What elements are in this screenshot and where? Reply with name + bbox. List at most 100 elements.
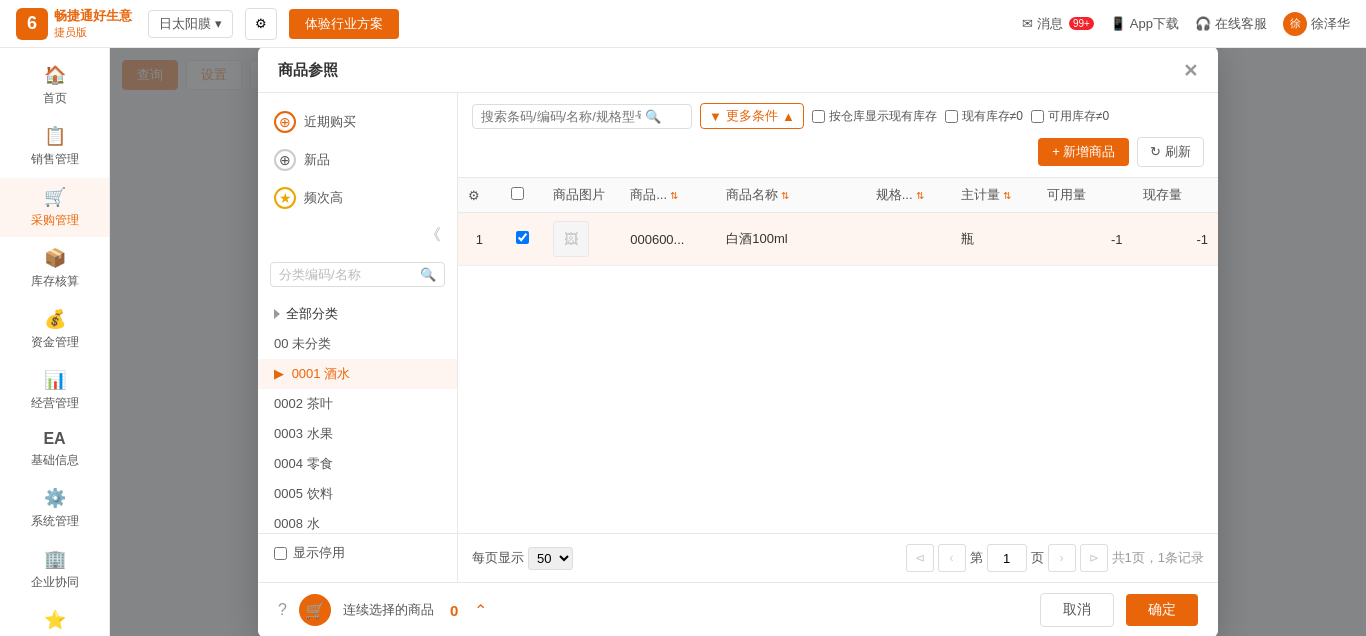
nav-frequent[interactable]: ★ 频次高 (258, 179, 457, 217)
more-conditions-btn[interactable]: ▼ 更多条件 ▲ (700, 103, 804, 129)
cell-row-check[interactable] (501, 213, 544, 266)
display-disabled-section[interactable]: 显示停用 (258, 533, 457, 572)
confirm-button[interactable]: 确定 (1126, 594, 1198, 626)
sidebar-item-purchase[interactable]: 🛒 采购管理 (0, 178, 109, 237)
category-item-0004[interactable]: 0004 零食 (258, 449, 457, 479)
category-item-0001[interactable]: ▶ 0001 酒水 (258, 359, 457, 389)
sidebar-item-home[interactable]: 🏠 首页 (0, 56, 109, 115)
frequent-icon: ★ (274, 187, 296, 209)
sidebar-item-enterprise[interactable]: 🏢 企业协同 (0, 540, 109, 599)
last-page-btn[interactable]: ⊳ (1080, 544, 1108, 572)
th-product-code[interactable]: 商品... ⇅ (620, 178, 716, 213)
sidebar-label-purchase: 采购管理 (31, 212, 79, 229)
filter-nonzero-avail-label[interactable]: 可用库存≠0 (1031, 108, 1109, 125)
product-search-input[interactable] (481, 109, 641, 124)
sales-icon: 📋 (44, 125, 66, 147)
experience-plan-button[interactable]: 体验行业方案 (289, 9, 399, 39)
product-table-wrap: ⚙ 商品图片 (458, 178, 1218, 533)
table-row[interactable]: 1 🖼 (458, 213, 1218, 266)
modal-overlay: 商品参照 ✕ ⊕ 近期购买 ⊕ 新品 (110, 48, 1366, 636)
nav-app-download-item[interactable]: 📱 App下载 (1110, 15, 1179, 33)
category-search-box[interactable]: 🔍 (270, 262, 445, 287)
product-search-icon: 🔍 (645, 109, 661, 124)
sidebar: 🏠 首页 📋 销售管理 🛒 采购管理 📦 库存核算 💰 资金管理 📊 经营管理 … (0, 48, 110, 636)
sidebar-item-system[interactable]: ⚙️ 系统管理 (0, 479, 109, 538)
sidebar-item-finance[interactable]: 💰 资金管理 (0, 300, 109, 359)
select-all-checkbox[interactable] (511, 187, 524, 200)
cell-row-num: 1 (458, 213, 501, 266)
sort-name-btn[interactable]: 商品名称 ⇅ (726, 186, 789, 204)
category-all-item[interactable]: 全部分类 (258, 299, 457, 329)
nav-service-item[interactable]: 🎧 在线客服 (1195, 15, 1267, 33)
new-icon: ⊕ (274, 149, 296, 171)
sort-unit-icon: ⇅ (1003, 190, 1011, 201)
sidebar-item-inventory[interactable]: 📦 库存核算 (0, 239, 109, 298)
product-search-wrap[interactable]: 🔍 (472, 104, 692, 129)
filter-nonzero-avail-checkbox[interactable] (1031, 110, 1044, 123)
sort-code-btn[interactable]: 商品... ⇅ (630, 186, 678, 204)
display-disabled-checkbox[interactable] (274, 547, 287, 560)
settings-icon-btn[interactable]: ⚙ (245, 8, 277, 40)
page-unit-label: 页 (1031, 549, 1044, 567)
nav-user-item[interactable]: 徐 徐泽华 (1283, 12, 1350, 36)
filter-by-warehouse-label[interactable]: 按仓库显示现有库存 (812, 108, 937, 125)
nav-message-item[interactable]: ✉ 消息 99+ (1022, 15, 1094, 33)
nav-recent-purchase[interactable]: ⊕ 近期购买 (258, 103, 457, 141)
refresh-button[interactable]: ↻ 刷新 (1137, 137, 1204, 167)
th-unit[interactable]: 主计量 ⇅ (951, 178, 1036, 213)
category-item-00[interactable]: 00 未分类 (258, 329, 457, 359)
category-00-label: 00 未分类 (274, 336, 331, 351)
th-spec-label: 规格... (876, 186, 913, 204)
page-size-label: 每页显示 (472, 549, 524, 567)
category-item-0003[interactable]: 0003 水果 (258, 419, 457, 449)
sidebar-label-business: 经营管理 (31, 395, 79, 412)
sort-spec-btn[interactable]: 规格... ⇅ (876, 186, 924, 204)
help-icon-btn[interactable]: ? (278, 601, 287, 619)
sidebar-item-guide[interactable]: ⭐ 新手引导 (0, 601, 109, 636)
category-item-0002[interactable]: 0002 茶叶 (258, 389, 457, 419)
th-stock: 现存量 (1133, 178, 1218, 213)
row-checkbox[interactable] (516, 231, 529, 244)
filter-by-warehouse-checkbox[interactable] (812, 110, 825, 123)
page-size-dropdown[interactable]: 50 (528, 547, 573, 570)
th-unit-label: 主计量 (961, 186, 1000, 204)
sort-code-icon: ⇅ (670, 190, 678, 201)
image-placeholder-icon: 🖼 (564, 231, 578, 247)
prev-page-btn[interactable]: ‹ (938, 544, 966, 572)
collapse-icon-btn[interactable]: ⌃ (474, 601, 487, 620)
basic-icon: EA (43, 430, 65, 448)
page-navigation: ⊲ ‹ 第 页 › ⊳ 共1页，1条记录 (906, 544, 1204, 572)
sidebar-item-business[interactable]: 📊 经营管理 (0, 361, 109, 420)
sidebar-label-home: 首页 (43, 90, 67, 107)
modal-close-button[interactable]: ✕ (1183, 62, 1198, 80)
th-product-name[interactable]: 商品名称 ⇅ (716, 178, 865, 213)
sort-spec-icon: ⇅ (916, 190, 924, 201)
th-check[interactable] (501, 178, 544, 213)
nav-company-dropdown[interactable]: 日太阳膜 ▾ (148, 10, 233, 38)
left-panel-collapse-btn[interactable]: 《 (258, 217, 457, 254)
category-item-0005[interactable]: 0005 饮料 (258, 479, 457, 509)
sidebar-item-sales[interactable]: 📋 销售管理 (0, 117, 109, 176)
category-search-input[interactable] (279, 267, 416, 282)
category-item-0008[interactable]: 0008 水 (258, 509, 457, 533)
page-number-input[interactable] (987, 544, 1027, 572)
page-size-select[interactable]: 每页显示 50 (472, 547, 573, 570)
filter-nonzero-stock-text: 现有库存≠0 (962, 108, 1023, 125)
settings-gear-icon[interactable]: ⚙ (468, 188, 480, 203)
enterprise-icon: 🏢 (44, 548, 66, 570)
th-avail: 可用量 (1037, 178, 1133, 213)
main-content: 查询 设置 ↻ 刷新 商品参照 ✕ ⊕ (110, 48, 1366, 636)
sort-unit-btn[interactable]: 主计量 ⇅ (961, 186, 1011, 204)
message-badge: 99+ (1069, 17, 1094, 30)
recent-icon: ⊕ (274, 111, 296, 133)
cancel-button[interactable]: 取消 (1040, 593, 1114, 627)
nav-new-products[interactable]: ⊕ 新品 (258, 141, 457, 179)
filter-nonzero-stock-checkbox[interactable] (945, 110, 958, 123)
add-product-button[interactable]: + 新增商品 (1038, 138, 1129, 166)
sidebar-item-basic[interactable]: EA 基础信息 (0, 422, 109, 477)
filter-nonzero-stock-label[interactable]: 现有库存≠0 (945, 108, 1023, 125)
next-page-btn[interactable]: › (1048, 544, 1076, 572)
first-page-btn[interactable]: ⊲ (906, 544, 934, 572)
th-product-spec[interactable]: 规格... ⇅ (866, 178, 951, 213)
sidebar-label-sales: 销售管理 (31, 151, 79, 168)
